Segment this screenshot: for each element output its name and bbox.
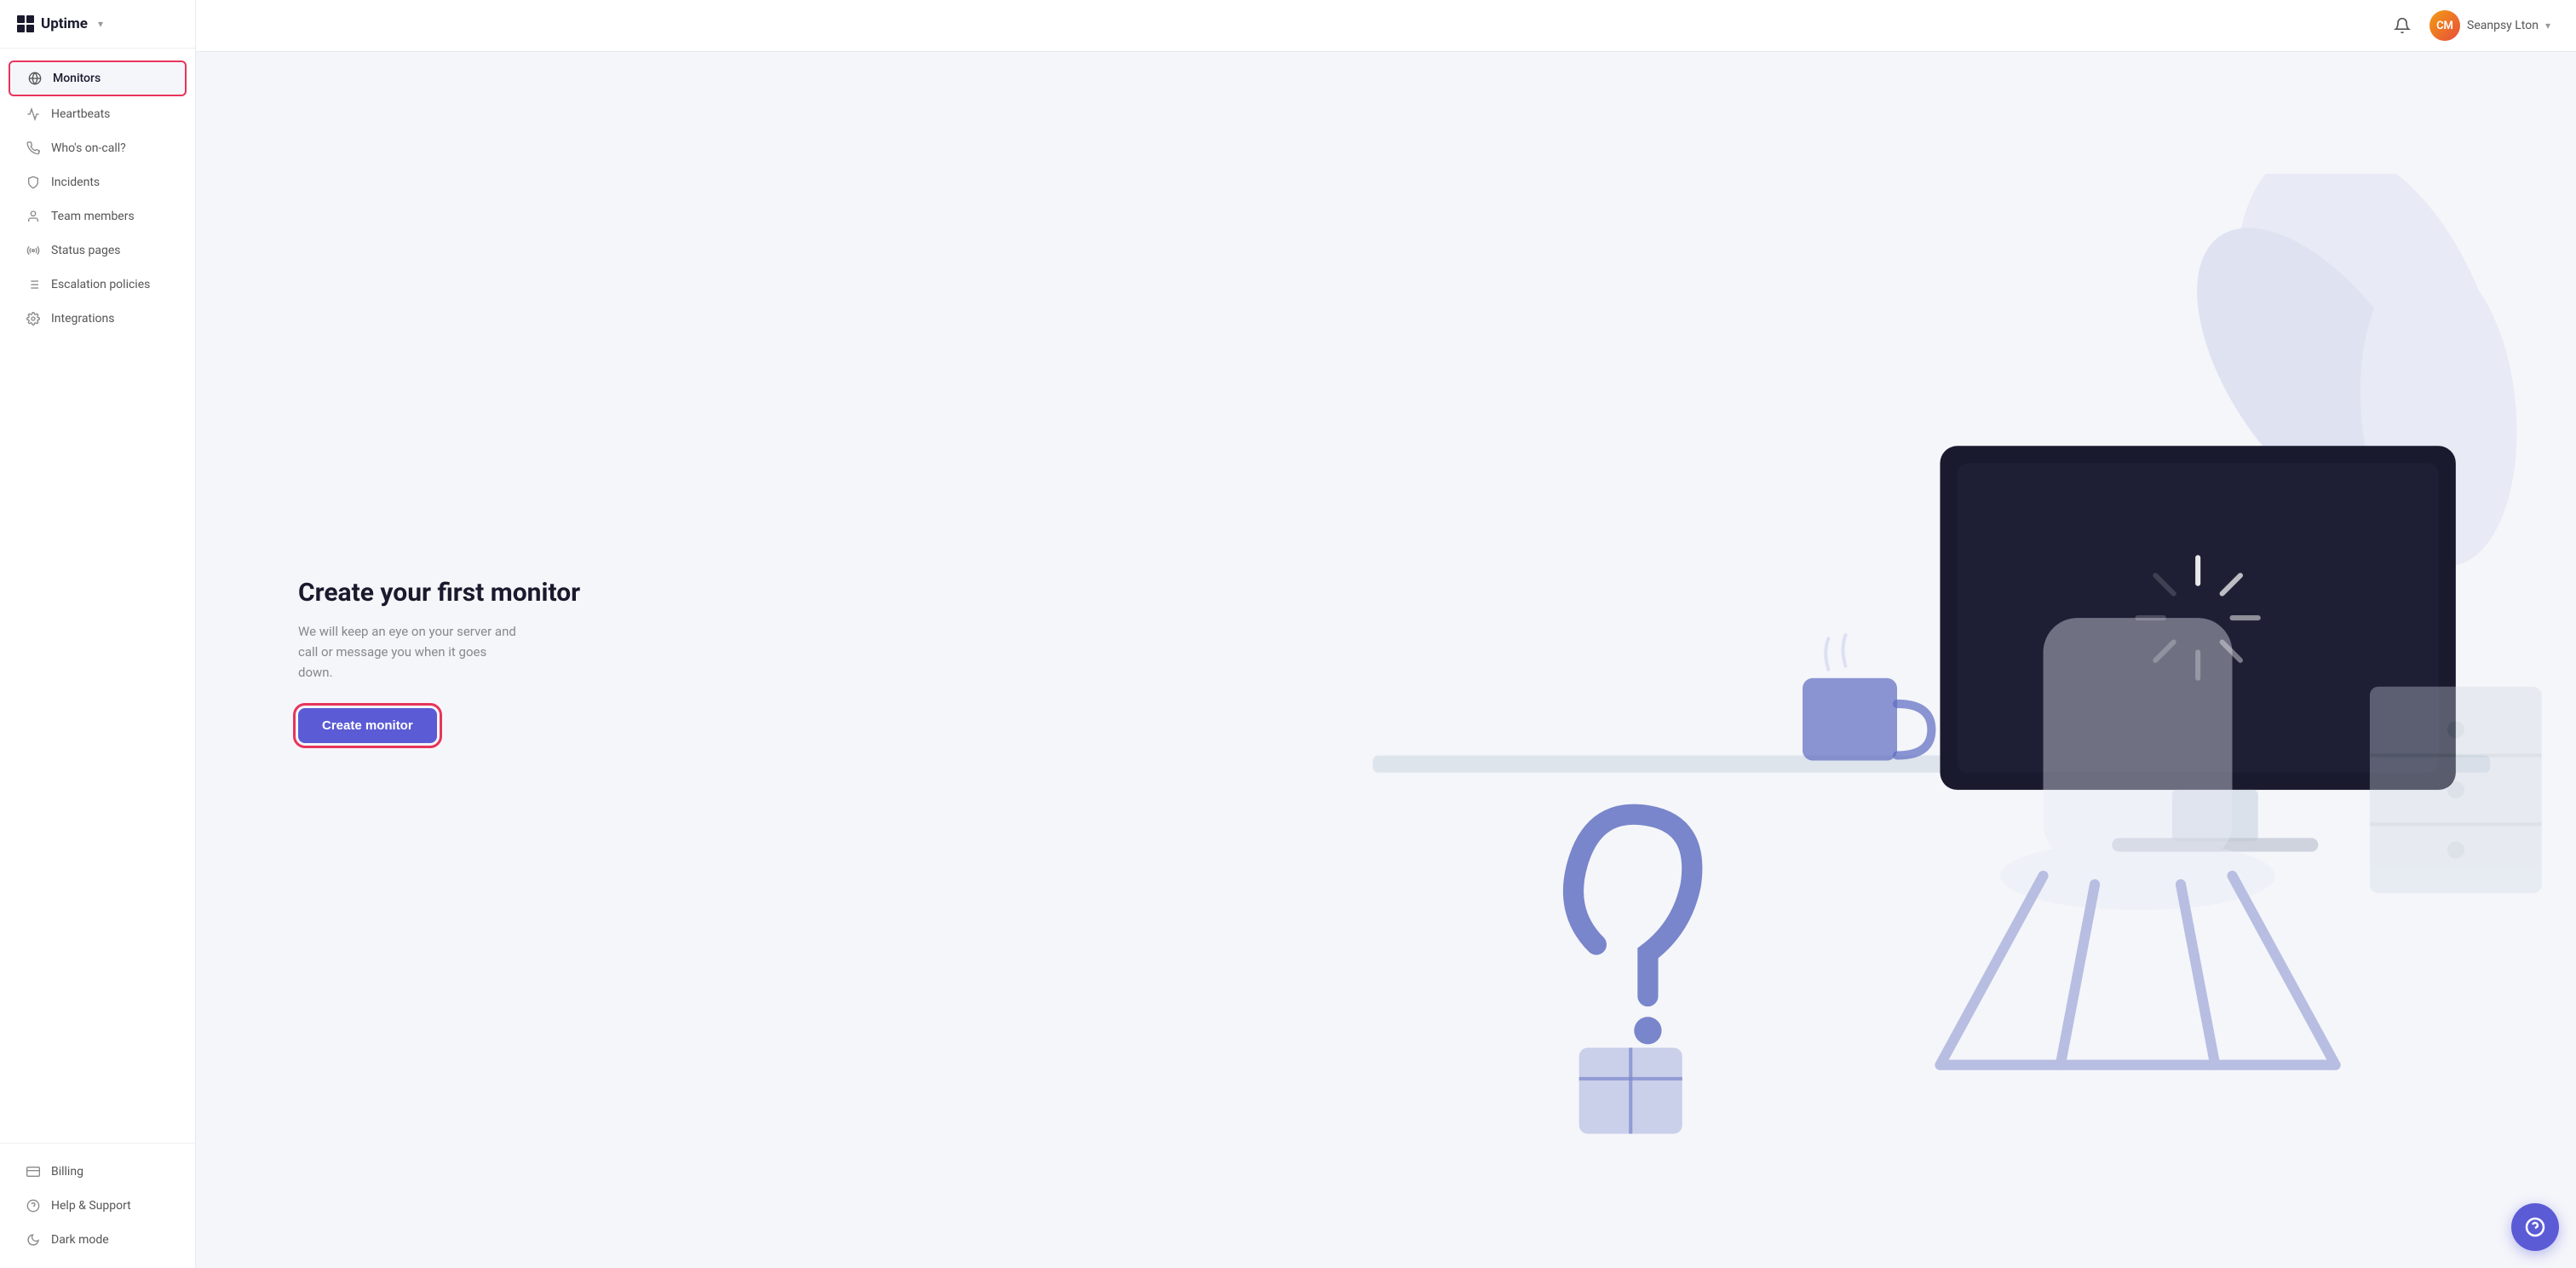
circle-question-icon — [26, 1198, 41, 1213]
sidebar-item-label: Integrations — [51, 312, 114, 326]
fab-button[interactable] — [2511, 1203, 2559, 1251]
phone-icon — [26, 141, 41, 156]
logo-squares-icon — [17, 15, 34, 32]
sidebar-item-heartbeats[interactable]: Heartbeats — [9, 98, 187, 130]
create-monitor-button[interactable]: Create monitor — [298, 708, 437, 743]
topbar: CM Seanpsy Lton ▾ — [196, 0, 2576, 52]
notifications-bell-button[interactable] — [2387, 10, 2418, 41]
main-content: CM Seanpsy Lton ▾ Create your first moni… — [196, 0, 2576, 1268]
illustration — [1029, 174, 2576, 1268]
logo-chevron-icon: ▾ — [98, 18, 103, 30]
moon-icon — [26, 1232, 41, 1248]
logo-text: Uptime — [41, 15, 88, 32]
main-empty-state-area: Create your first monitor We will keep a… — [196, 52, 2576, 1268]
list-icon — [26, 277, 41, 292]
page-description: We will keep an eye on your server and c… — [298, 621, 520, 683]
sidebar-item-label: Help & Support — [51, 1199, 131, 1213]
empty-state: Create your first monitor We will keep a… — [298, 578, 580, 743]
page-heading: Create your first monitor — [298, 578, 580, 608]
sidebar-item-label: Dark mode — [51, 1233, 109, 1247]
sidebar-item-dark-mode[interactable]: Dark mode — [9, 1224, 187, 1256]
user-menu[interactable]: CM Seanpsy Lton ▾ — [2429, 10, 2550, 41]
sidebar-item-help-support[interactable]: Help & Support — [9, 1190, 187, 1222]
sidebar-item-label: Billing — [51, 1165, 83, 1179]
sidebar-nav: Monitors Heartbeats Who's on-call? — [0, 49, 195, 1143]
sidebar-item-label: Heartbeats — [51, 107, 110, 121]
shield-icon — [26, 175, 41, 190]
logo-icon — [17, 15, 34, 32]
sidebar-item-billing[interactable]: Billing — [9, 1156, 187, 1188]
sidebar-item-whos-on-call[interactable]: Who's on-call? — [9, 132, 187, 164]
sidebar-item-escalation-policies[interactable]: Escalation policies — [9, 268, 187, 301]
sidebar: Uptime ▾ Monitors Heartbeats — [0, 0, 196, 1268]
sidebar-bottom: Billing Help & Support Dark mode — [0, 1143, 195, 1268]
sidebar-item-label: Status pages — [51, 244, 121, 257]
avatar: CM — [2429, 10, 2460, 41]
sidebar-item-label: Incidents — [51, 176, 100, 189]
broadcast-icon — [26, 243, 41, 258]
gear-icon — [26, 311, 41, 326]
activity-icon — [26, 107, 41, 122]
sidebar-item-integrations[interactable]: Integrations — [9, 303, 187, 335]
user-name: Seanpsy Lton — [2467, 19, 2539, 32]
card-icon — [26, 1164, 41, 1179]
sidebar-logo[interactable]: Uptime ▾ — [0, 0, 195, 49]
sidebar-item-label: Escalation policies — [51, 278, 150, 291]
sidebar-item-status-pages[interactable]: Status pages — [9, 234, 187, 267]
chevron-down-icon: ▾ — [2545, 20, 2550, 32]
sidebar-item-monitors[interactable]: Monitors — [9, 61, 187, 96]
sidebar-item-incidents[interactable]: Incidents — [9, 166, 187, 199]
person-icon — [26, 209, 41, 224]
sidebar-item-team-members[interactable]: Team members — [9, 200, 187, 233]
sidebar-item-label: Who's on-call? — [51, 141, 126, 155]
sidebar-item-label: Monitors — [53, 72, 101, 85]
globe-icon — [27, 71, 43, 86]
sidebar-item-label: Team members — [51, 210, 135, 223]
